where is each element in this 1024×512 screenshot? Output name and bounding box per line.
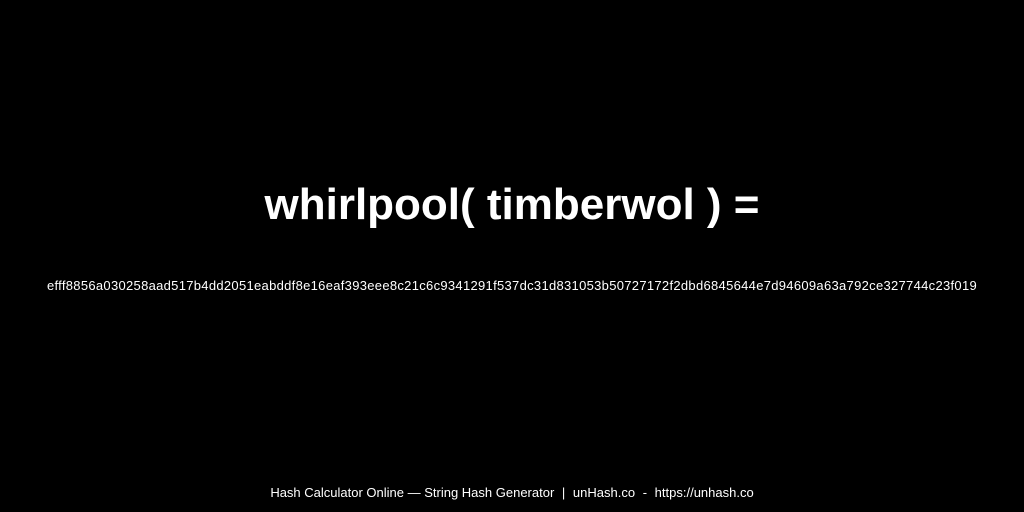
footer-url: https://unhash.co <box>655 485 754 500</box>
hash-output: efff8856a030258aad517b4dd2051eabddf8e16e… <box>47 278 977 293</box>
footer: Hash Calculator Online — String Hash Gen… <box>0 473 1024 512</box>
footer-separator: | <box>562 485 565 500</box>
main-content: whirlpool( timberwol ) = efff8856a030258… <box>0 0 1024 473</box>
hash-expression: whirlpool( timberwol ) = <box>265 180 760 230</box>
footer-site-name: unHash.co <box>573 485 635 500</box>
footer-separator: - <box>643 485 647 500</box>
footer-title: Hash Calculator Online — String Hash Gen… <box>270 485 554 500</box>
